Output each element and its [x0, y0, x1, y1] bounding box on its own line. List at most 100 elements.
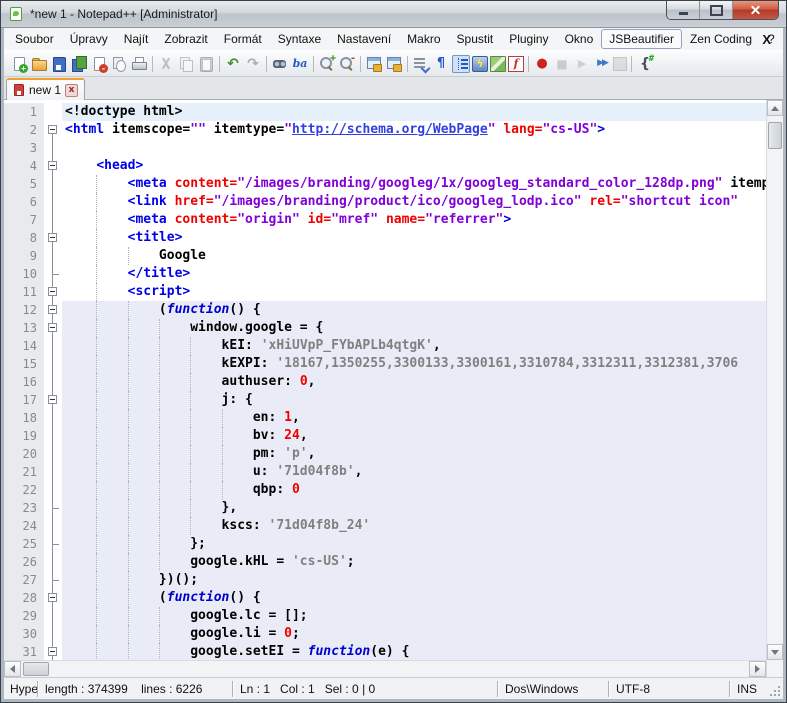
code-text[interactable]: kscs: '71d04f8b_24': [62, 517, 766, 535]
word-wrap-icon[interactable]: [412, 55, 430, 73]
code-text[interactable]: <head>: [62, 157, 766, 175]
code-text[interactable]: Google: [62, 247, 766, 265]
code-line-9[interactable]: 9 Google: [4, 247, 766, 265]
fold-margin[interactable]: [44, 157, 62, 175]
fold-collapse-icon[interactable]: [48, 305, 57, 314]
menu-item-nastaven-[interactable]: Nastavení: [329, 29, 399, 49]
code-text[interactable]: google.lc = [];: [62, 607, 766, 625]
code-line-3[interactable]: 3: [4, 139, 766, 157]
code-line-1[interactable]: 1 <!doctype html>: [4, 103, 766, 121]
code-text[interactable]: bv: 24,: [62, 427, 766, 445]
code-line-15[interactable]: 15 kEXPI: '18167,1350255,3300133,3300161…: [4, 355, 766, 373]
menu-item-makro[interactable]: Makro: [399, 29, 448, 49]
code-text[interactable]: kEI: 'xHiUVpP_FYbAPLb4qtgK',: [62, 337, 766, 355]
find-icon[interactable]: [271, 55, 289, 73]
sync-horizontal-scroll-icon[interactable]: [385, 55, 403, 73]
indent-guide-icon[interactable]: [452, 54, 470, 73]
code-line-23[interactable]: 23 },: [4, 499, 766, 517]
save-icon[interactable]: [50, 55, 68, 73]
code-line-31[interactable]: 31 google.setEI = function(e) {: [4, 643, 766, 660]
code-text[interactable]: (function() {: [62, 589, 766, 607]
code-line-30[interactable]: 30 google.li = 0;: [4, 625, 766, 643]
fold-margin[interactable]: [44, 319, 62, 337]
code-text[interactable]: <meta content="/images/branding/googleg/…: [62, 175, 766, 193]
document-map-icon[interactable]: [490, 55, 506, 72]
code-text[interactable]: (function() {: [62, 301, 766, 319]
code-line-5[interactable]: 5 <meta content="/images/branding/google…: [4, 175, 766, 193]
vertical-scroll-track[interactable]: [767, 116, 783, 644]
zoom-in-icon[interactable]: +: [318, 53, 336, 73]
user-defined-language-icon[interactable]: ϟ: [472, 55, 488, 72]
code-text[interactable]: u: '71d04f8b',: [62, 463, 766, 481]
vertical-scroll-thumb[interactable]: [768, 122, 782, 149]
code-line-27[interactable]: 27 })();: [4, 571, 766, 589]
macro-save-icon[interactable]: [613, 56, 627, 71]
menu-item-syntaxe[interactable]: Syntaxe: [270, 29, 329, 49]
code-line-11[interactable]: 11 <script>: [4, 283, 766, 301]
cut-icon[interactable]: [157, 55, 175, 73]
horizontal-scroll-thumb[interactable]: [23, 662, 49, 676]
redo-icon[interactable]: ↷: [244, 55, 262, 73]
code-text[interactable]: [62, 139, 766, 157]
code-text[interactable]: en: 1,: [62, 409, 766, 427]
copy-icon[interactable]: [177, 55, 195, 73]
code-line-6[interactable]: 6 <link href="/images/branding/product/i…: [4, 193, 766, 211]
code-line-7[interactable]: 7 <meta content="origin" id="mref" name=…: [4, 211, 766, 229]
replace-icon[interactable]: ba: [291, 55, 309, 73]
code-line-13[interactable]: 13 window.google = {: [4, 319, 766, 337]
code-line-26[interactable]: 26 google.kHL = 'cs-US';: [4, 553, 766, 571]
code-line-24[interactable]: 24 kscs: '71d04f8b_24': [4, 517, 766, 535]
scroll-left-button[interactable]: [4, 661, 21, 677]
menu-item-zen-coding[interactable]: Zen Coding: [682, 29, 760, 49]
code-line-8[interactable]: 8 <title>: [4, 229, 766, 247]
resize-grip[interactable]: [765, 678, 783, 699]
code-line-20[interactable]: 20 pm: 'p',: [4, 445, 766, 463]
code-line-22[interactable]: 22 qbp: 0: [4, 481, 766, 499]
code-line-16[interactable]: 16 authuser: 0,: [4, 373, 766, 391]
fold-collapse-icon[interactable]: [48, 647, 57, 656]
paste-icon[interactable]: [197, 55, 215, 73]
code-text[interactable]: google.li = 0;: [62, 625, 766, 643]
code-text[interactable]: <title>: [62, 229, 766, 247]
tab-close-icon[interactable]: x: [65, 83, 79, 97]
menu-item-okno[interactable]: Okno: [557, 29, 602, 49]
close-button[interactable]: [733, 1, 778, 19]
menu-item-naj-t[interactable]: Najít: [116, 29, 157, 49]
macro-stop-icon[interactable]: ■: [553, 55, 571, 73]
code-text[interactable]: },: [62, 499, 766, 517]
code-text[interactable]: kEXPI: '18167,1350255,3300133,3300161,33…: [62, 355, 766, 373]
menu-item-form-t[interactable]: Formát: [216, 29, 270, 49]
menu-item-zobrazit[interactable]: Zobrazit: [156, 29, 215, 49]
code-line-19[interactable]: 19 bv: 24,: [4, 427, 766, 445]
code-line-4[interactable]: 4 <head>: [4, 157, 766, 175]
code-line-17[interactable]: 17 j: {: [4, 391, 766, 409]
code-line-28[interactable]: 28 (function() {: [4, 589, 766, 607]
macro-run-multiple-icon[interactable]: ▶▶: [593, 55, 611, 73]
code-line-14[interactable]: 14 kEI: 'xHiUVpP_FYbAPLb4qtgK',: [4, 337, 766, 355]
code-line-10[interactable]: 10 </title>: [4, 265, 766, 283]
plugin-launch-icon[interactable]: {#: [636, 54, 654, 73]
fold-collapse-icon[interactable]: [48, 233, 57, 242]
macro-play-icon[interactable]: ▶: [573, 55, 591, 73]
fold-margin[interactable]: [44, 283, 62, 301]
code-text[interactable]: window.google = {: [62, 319, 766, 337]
code-line-21[interactable]: 21 u: '71d04f8b',: [4, 463, 766, 481]
vertical-scrollbar[interactable]: [766, 100, 783, 677]
code-text[interactable]: google.kHL = 'cs-US';: [62, 553, 766, 571]
code-text[interactable]: j: {: [62, 391, 766, 409]
fold-collapse-icon[interactable]: [48, 593, 57, 602]
fold-collapse-icon[interactable]: [48, 125, 57, 134]
show-all-characters-icon[interactable]: ¶: [432, 55, 450, 73]
fold-margin[interactable]: [44, 301, 62, 319]
scroll-down-button[interactable]: [767, 644, 783, 660]
menu-item-spustit[interactable]: Spustit: [449, 29, 502, 49]
title-bar[interactable]: *new 1 - Notepad++ [Administrator]: [1, 1, 786, 28]
fold-collapse-icon[interactable]: [48, 287, 57, 296]
code-text[interactable]: <meta content="origin" id="mref" name="r…: [62, 211, 766, 229]
code-text[interactable]: <html itemscope="" itemtype="http://sche…: [62, 121, 766, 139]
code-line-25[interactable]: 25 };: [4, 535, 766, 553]
code-text[interactable]: };: [62, 535, 766, 553]
fold-collapse-icon[interactable]: [48, 323, 57, 332]
code-text[interactable]: google.setEI = function(e) {: [62, 643, 766, 660]
maximize-button[interactable]: [700, 1, 733, 19]
